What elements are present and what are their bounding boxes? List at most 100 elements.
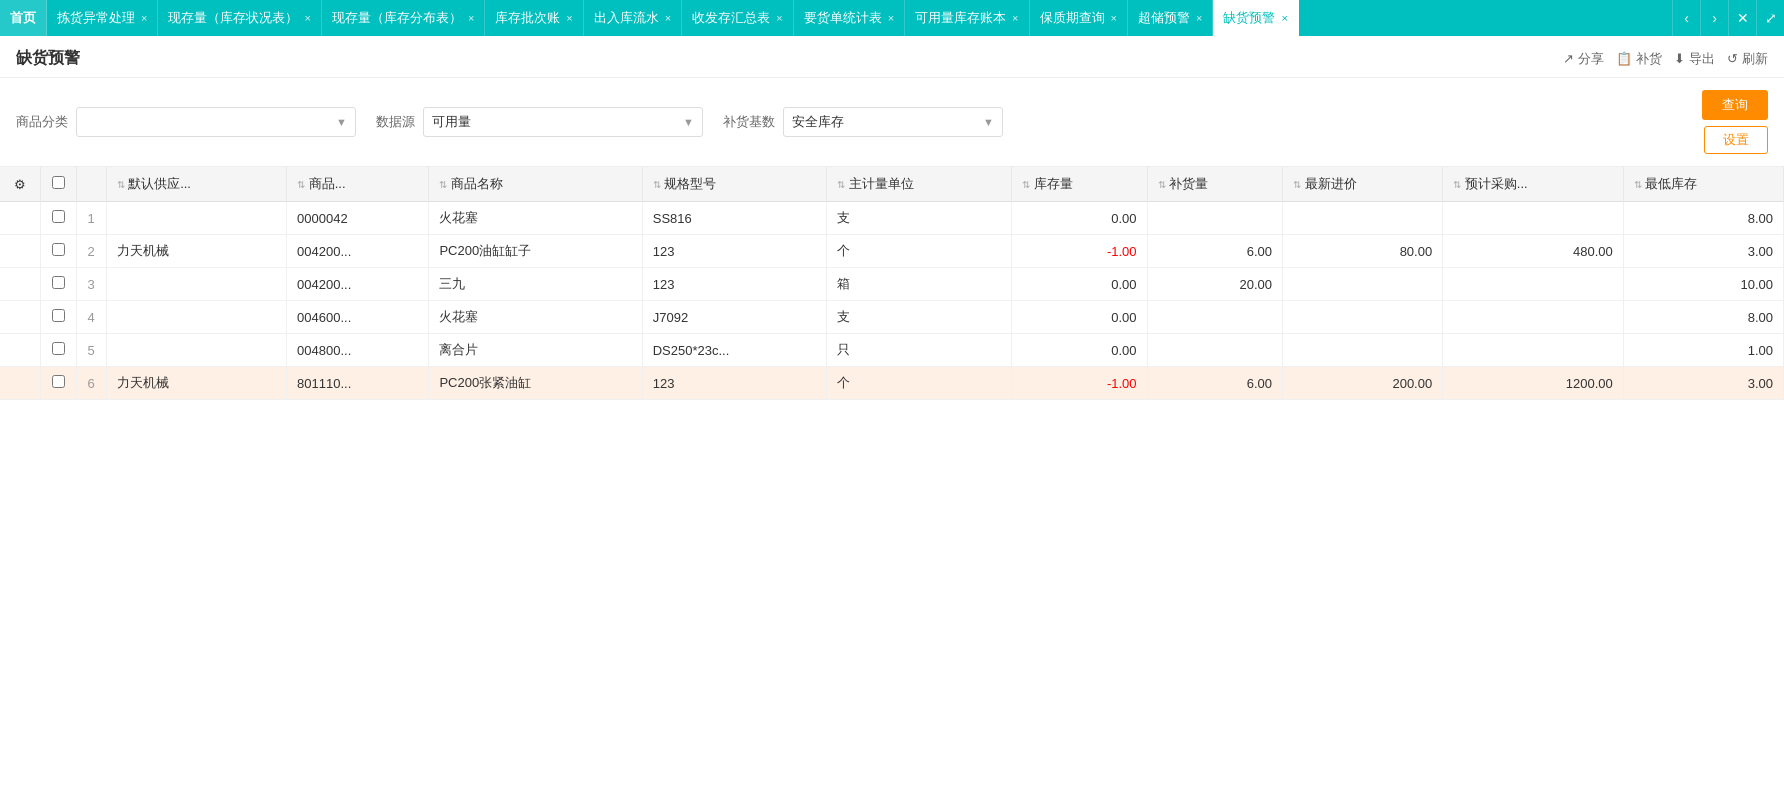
row-checkbox[interactable] bbox=[52, 243, 65, 256]
nav-tab-expiry[interactable]: 保质期查询× bbox=[1030, 0, 1128, 36]
restock-qty-cell bbox=[1147, 301, 1283, 334]
unit-cell: 支 bbox=[827, 202, 1012, 235]
datasource-select[interactable]: 可用量 ▼ bbox=[423, 107, 703, 137]
query-button[interactable]: 查询 bbox=[1702, 90, 1768, 120]
product-code-cell: 004200... bbox=[287, 235, 429, 268]
gear-cell bbox=[0, 235, 40, 268]
row-checkbox[interactable] bbox=[52, 210, 65, 223]
gear-cell bbox=[0, 301, 40, 334]
nav-tab-label: 可用量库存账本 bbox=[915, 9, 1006, 27]
gear-cell bbox=[0, 202, 40, 235]
nav-tab-home[interactable]: 首页 bbox=[0, 0, 47, 36]
sort-icon: ⇅ bbox=[1634, 179, 1642, 190]
close-tab-icon[interactable]: × bbox=[304, 12, 310, 24]
column-estimated-purchase[interactable]: ⇅ 预计采购... bbox=[1443, 167, 1624, 202]
gear-cell bbox=[0, 367, 40, 400]
spec-cell: J7092 bbox=[642, 301, 827, 334]
row-checkbox-cell[interactable] bbox=[40, 334, 76, 367]
nav-tab-collect[interactable]: 收发存汇总表× bbox=[682, 0, 793, 36]
export-button[interactable]: ⬇ 导出 bbox=[1674, 50, 1715, 68]
sort-icon: ⇅ bbox=[1022, 179, 1030, 190]
refresh-icon: ↺ bbox=[1727, 51, 1738, 66]
supplier-cell bbox=[106, 202, 287, 235]
stock-cell: -1.00 bbox=[1012, 235, 1148, 268]
nav-tab-shortage[interactable]: 缺货预警× bbox=[1213, 0, 1298, 36]
column-product-code[interactable]: ⇅ 商品... bbox=[287, 167, 429, 202]
close-tab-icon[interactable]: × bbox=[1012, 12, 1018, 24]
nav-tab-inventory-status[interactable]: 现存量（库存状况表）× bbox=[158, 0, 321, 36]
row-checkbox[interactable] bbox=[52, 342, 65, 355]
min-stock-cell: 3.00 bbox=[1623, 367, 1783, 400]
restock-basis-select[interactable]: 安全库存 ▼ bbox=[783, 107, 1003, 137]
supplier-cell bbox=[106, 268, 287, 301]
close-tab-icon[interactable]: × bbox=[1281, 12, 1287, 24]
restock-icon: 📋 bbox=[1616, 51, 1632, 66]
nav-tab-label: 拣货异常处理 bbox=[57, 9, 135, 27]
column-unit[interactable]: ⇅ 主计量单位 bbox=[827, 167, 1012, 202]
row-checkbox[interactable] bbox=[52, 276, 65, 289]
select-all-checkbox[interactable] bbox=[52, 176, 65, 189]
row-checkbox[interactable] bbox=[52, 375, 65, 388]
estimated-purchase-cell bbox=[1443, 202, 1624, 235]
nav-tab-label: 超储预警 bbox=[1138, 9, 1190, 27]
close-tab-icon[interactable]: × bbox=[1196, 12, 1202, 24]
row-checkbox[interactable] bbox=[52, 309, 65, 322]
close-tab-icon[interactable]: × bbox=[1111, 12, 1117, 24]
column-restock-qty[interactable]: ⇅ 补货量 bbox=[1147, 167, 1283, 202]
restock-qty-cell: 6.00 bbox=[1147, 235, 1283, 268]
close-tab-icon[interactable]: × bbox=[665, 12, 671, 24]
nav-controls: ‹ › ✕ ⤢ bbox=[1672, 0, 1784, 36]
row-number: 2 bbox=[76, 235, 106, 268]
close-tab-icon[interactable]: × bbox=[468, 12, 474, 24]
row-checkbox-cell[interactable] bbox=[40, 235, 76, 268]
nav-tab-available[interactable]: 可用量库存账本 × bbox=[905, 0, 1029, 36]
nav-tab-overstock[interactable]: 超储预警 × bbox=[1128, 0, 1213, 36]
estimated-purchase-cell bbox=[1443, 268, 1624, 301]
supplier-cell bbox=[106, 301, 287, 334]
close-tab-icon[interactable]: × bbox=[566, 12, 572, 24]
min-stock-cell: 3.00 bbox=[1623, 235, 1783, 268]
close-tab-icon[interactable]: × bbox=[776, 12, 782, 24]
settings-button[interactable]: 设置 bbox=[1704, 126, 1768, 154]
column-min-stock[interactable]: ⇅ 最低库存 bbox=[1623, 167, 1783, 202]
nav-tab-batch-account[interactable]: 库存批次账 × bbox=[485, 0, 583, 36]
column-checkbox[interactable] bbox=[40, 167, 76, 202]
stock-cell: 0.00 bbox=[1012, 268, 1148, 301]
nav-tab-label: 现存量（库存分布表） bbox=[332, 9, 462, 27]
column-spec[interactable]: ⇅ 规格型号 bbox=[642, 167, 827, 202]
restock-button[interactable]: 📋 补货 bbox=[1616, 50, 1662, 68]
min-stock-cell: 10.00 bbox=[1623, 268, 1783, 301]
column-gear[interactable]: ⚙ bbox=[0, 167, 40, 202]
product-name-cell: 火花塞 bbox=[429, 301, 642, 334]
nav-tab-exception[interactable]: 拣货异常处理 × bbox=[47, 0, 158, 36]
column-stock[interactable]: ⇅ 库存量 bbox=[1012, 167, 1148, 202]
share-button[interactable]: ↗ 分享 bbox=[1563, 50, 1604, 68]
nav-prev-button[interactable]: ‹ bbox=[1672, 0, 1700, 36]
row-checkbox-cell[interactable] bbox=[40, 268, 76, 301]
column-supplier[interactable]: ⇅ 默认供应... bbox=[106, 167, 287, 202]
row-checkbox-cell[interactable] bbox=[40, 367, 76, 400]
refresh-button[interactable]: ↺ 刷新 bbox=[1727, 50, 1768, 68]
nav-close-button[interactable]: ✕ bbox=[1728, 0, 1756, 36]
table-row: 2 力天机械 004200... PC200油缸缸子 123 个 -1.00 6… bbox=[0, 235, 1784, 268]
stock-cell: 0.00 bbox=[1012, 202, 1148, 235]
filter-area: 商品分类 ▼ 数据源 可用量 ▼ 补货基数 安全库存 ▼ 查询 设置 bbox=[0, 78, 1784, 167]
restock-qty-cell: 20.00 bbox=[1147, 268, 1283, 301]
product-code-cell: 801110... bbox=[287, 367, 429, 400]
row-checkbox-cell[interactable] bbox=[40, 301, 76, 334]
nav-tab-flow[interactable]: 出入库流水× bbox=[584, 0, 682, 36]
estimated-purchase-cell bbox=[1443, 334, 1624, 367]
restock-qty-cell bbox=[1147, 334, 1283, 367]
nav-tab-inventory-dist[interactable]: 现存量（库存分布表） × bbox=[322, 0, 485, 36]
sort-icon: ⇅ bbox=[1158, 179, 1166, 190]
nav-expand-button[interactable]: ⤢ bbox=[1756, 0, 1784, 36]
close-tab-icon[interactable]: × bbox=[141, 12, 147, 24]
nav-next-button[interactable]: › bbox=[1700, 0, 1728, 36]
column-product-name[interactable]: ⇅ 商品名称 bbox=[429, 167, 642, 202]
column-latest-price[interactable]: ⇅ 最新进价 bbox=[1283, 167, 1443, 202]
category-select[interactable]: ▼ bbox=[76, 107, 356, 137]
close-tab-icon[interactable]: × bbox=[888, 12, 894, 24]
nav-tab-requisition[interactable]: 要货单统计表× bbox=[794, 0, 905, 36]
row-checkbox-cell[interactable] bbox=[40, 202, 76, 235]
nav-tab-label: 库存批次账 bbox=[495, 9, 560, 27]
